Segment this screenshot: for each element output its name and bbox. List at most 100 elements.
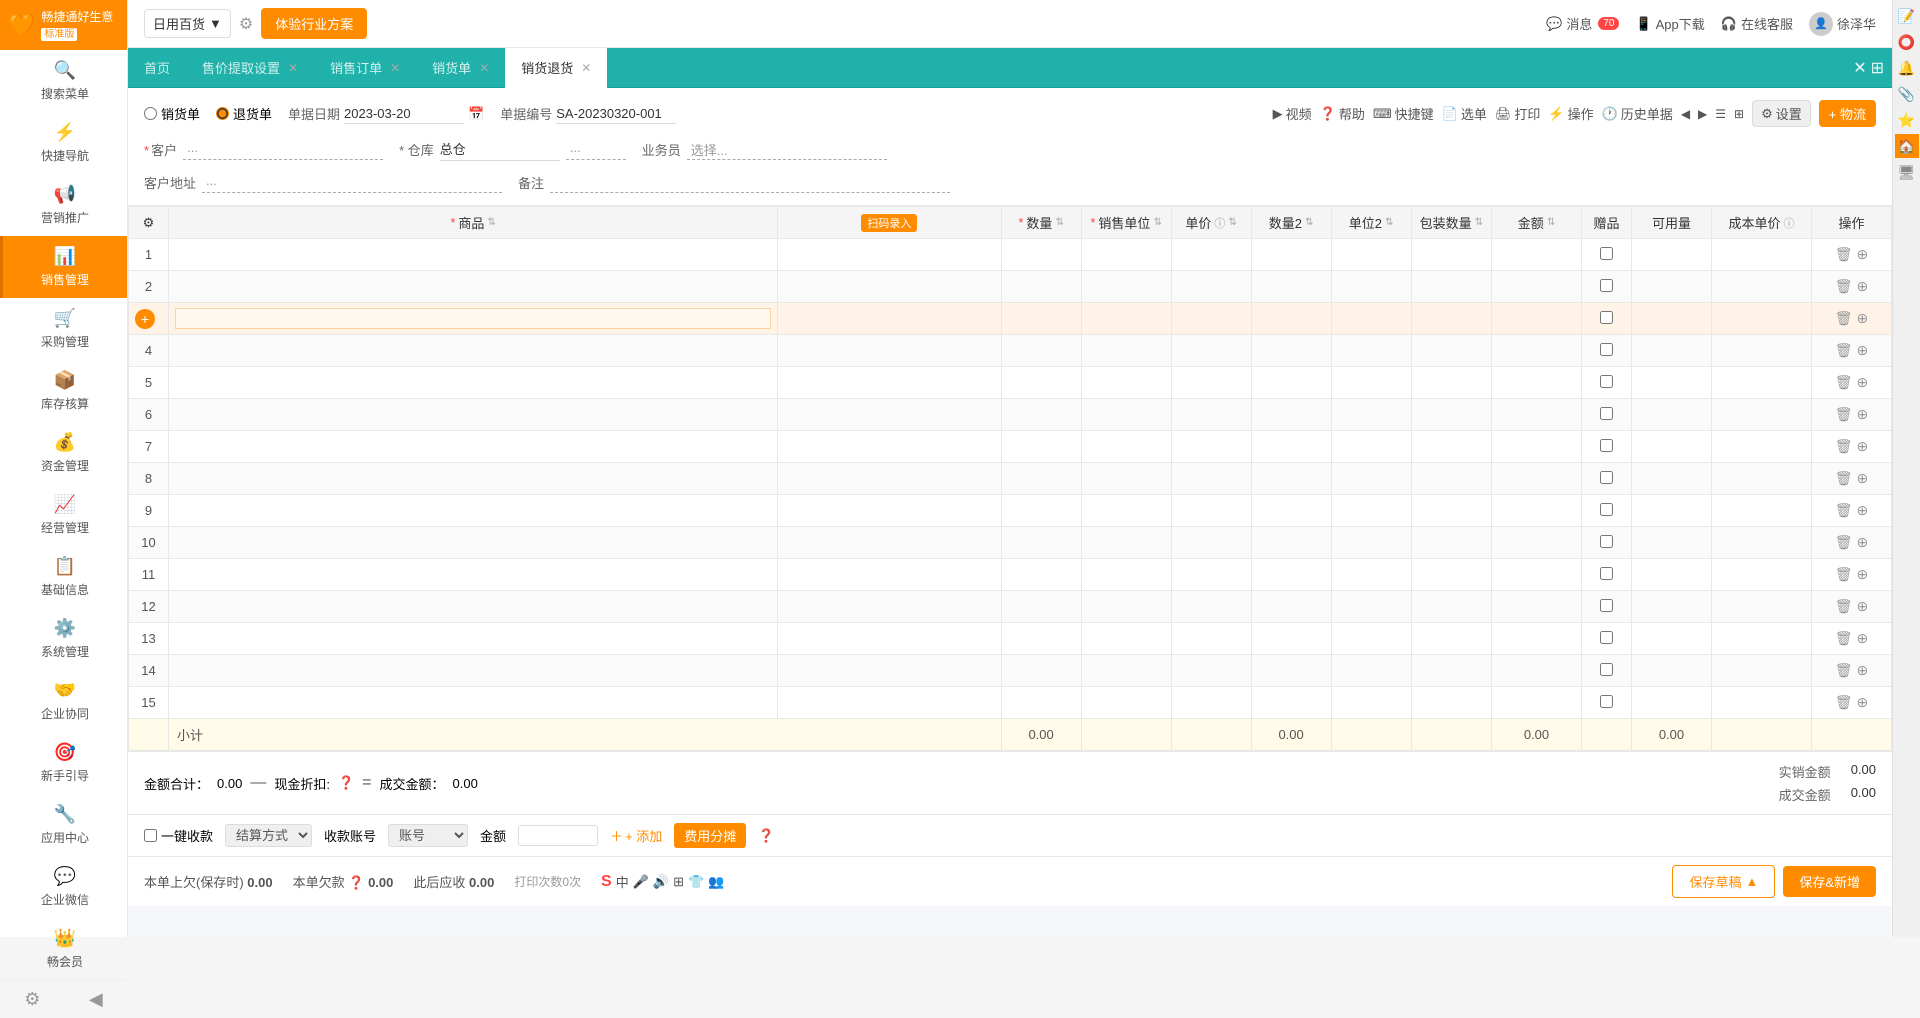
row-price-5[interactable] [1171, 367, 1251, 399]
row-avail-3[interactable] [1632, 303, 1712, 335]
row-cost-11[interactable] [1712, 559, 1812, 591]
row-copy-6[interactable]: ⊕ [1857, 406, 1869, 423]
row-price-10[interactable] [1171, 527, 1251, 559]
row-price-15[interactable] [1171, 687, 1251, 719]
row-qty2-10[interactable] [1251, 527, 1331, 559]
row-delete-5[interactable]: 🗑 [1835, 374, 1853, 391]
one-click-pay-checkbox[interactable]: 一键收款 [144, 826, 213, 845]
row-unit-8[interactable] [1081, 463, 1171, 495]
row-price-9[interactable] [1171, 495, 1251, 527]
row-qty2-2[interactable] [1251, 271, 1331, 303]
row-copy-2[interactable]: ⊕ [1857, 278, 1869, 295]
sidebar-item-operation[interactable]: 📈 经营管理 [0, 484, 127, 546]
th-qty-sort[interactable]: ⇅ [1055, 217, 1063, 228]
row-qty-6[interactable] [1001, 399, 1081, 431]
row-unit2-7[interactable] [1331, 431, 1411, 463]
view-grid-btn[interactable]: ⊞ [1734, 100, 1744, 127]
row-product-4[interactable] [169, 335, 778, 367]
row-product-9[interactable] [169, 495, 778, 527]
row-product-11[interactable] [169, 559, 778, 591]
row-cost-12[interactable] [1712, 591, 1812, 623]
row-unit-6[interactable] [1081, 399, 1171, 431]
row-avail-6[interactable] [1632, 399, 1712, 431]
calc-method-select[interactable]: 结算方式 [225, 824, 312, 847]
row-gift-15[interactable] [1582, 687, 1632, 719]
th-unit2-sort[interactable]: ⇅ [1385, 217, 1393, 228]
row-gift-4[interactable] [1582, 335, 1632, 367]
right-panel-btn-2[interactable]: ⭕ [1895, 30, 1919, 54]
row-gift-6[interactable] [1582, 399, 1632, 431]
row-qty-7[interactable] [1001, 431, 1081, 463]
row-unit2-9[interactable] [1331, 495, 1411, 527]
row-copy-14[interactable]: ⊕ [1857, 662, 1869, 679]
row-delete-4[interactable]: 🗑 [1835, 342, 1853, 359]
row-unit2-15[interactable] [1331, 687, 1411, 719]
row-qty-15[interactable] [1001, 687, 1081, 719]
row-product-15[interactable] [169, 687, 778, 719]
row-avail-14[interactable] [1632, 655, 1712, 687]
row-gift-check-6[interactable] [1600, 407, 1613, 420]
row-unit-4[interactable] [1081, 335, 1171, 367]
row-cost-10[interactable] [1712, 527, 1812, 559]
one-click-pay-input[interactable] [144, 829, 157, 842]
scan-btn[interactable]: 扫码录入 [861, 214, 917, 232]
row-amount-14[interactable] [1492, 655, 1582, 687]
row-delete-8[interactable]: 🗑 [1835, 470, 1853, 487]
row-amount-10[interactable] [1492, 527, 1582, 559]
row-price-14[interactable] [1171, 655, 1251, 687]
row-avail-13[interactable] [1632, 623, 1712, 655]
row-gift-check-3[interactable] [1600, 311, 1613, 324]
row-cost-13[interactable] [1712, 623, 1812, 655]
row-cost-8[interactable] [1712, 463, 1812, 495]
next-record-btn[interactable]: ▶ [1698, 100, 1707, 127]
row-qty2-1[interactable] [1251, 239, 1331, 271]
row-avail-12[interactable] [1632, 591, 1712, 623]
row-price-2[interactable] [1171, 271, 1251, 303]
row-avail-15[interactable] [1632, 687, 1712, 719]
sidebar-item-marketing[interactable]: 📢 营销推广 [0, 174, 127, 236]
date-value[interactable]: 2023-03-20 [344, 104, 464, 124]
row-price-8[interactable] [1171, 463, 1251, 495]
view-list-btn[interactable]: ☰ [1715, 100, 1726, 127]
row-unit-5[interactable] [1081, 367, 1171, 399]
row-gift-check-5[interactable] [1600, 375, 1613, 388]
row-pkg-15[interactable] [1411, 687, 1491, 719]
row-copy-15[interactable]: ⊕ [1857, 694, 1869, 711]
row-copy-12[interactable]: ⊕ [1857, 598, 1869, 615]
row-unit2-8[interactable] [1331, 463, 1411, 495]
row-qty-12[interactable] [1001, 591, 1081, 623]
row-gift-9[interactable] [1582, 495, 1632, 527]
th-price-sort[interactable]: ⇅ [1228, 217, 1236, 228]
row-pkg-11[interactable] [1411, 559, 1491, 591]
row-gift-check-8[interactable] [1600, 471, 1613, 484]
row-amount-15[interactable] [1492, 687, 1582, 719]
row-pkg-8[interactable] [1411, 463, 1491, 495]
select-btn[interactable]: 📄 选单 [1442, 100, 1487, 127]
row-qty2-7[interactable] [1251, 431, 1331, 463]
row-unit-3[interactable] [1081, 303, 1171, 335]
row-copy-4[interactable]: ⊕ [1857, 342, 1869, 359]
row-cost-7[interactable] [1712, 431, 1812, 463]
th-price-info[interactable]: ⓘ [1214, 215, 1225, 231]
row-unit-13[interactable] [1081, 623, 1171, 655]
add-row-btn[interactable]: + [135, 309, 155, 329]
radio-sales-input[interactable] [144, 107, 157, 120]
row-product-2[interactable] [169, 271, 778, 303]
row-delete-1[interactable]: 🗑 [1835, 246, 1853, 263]
row-pkg-3[interactable] [1411, 303, 1491, 335]
row-qty-9[interactable] [1001, 495, 1081, 527]
row-qty2-6[interactable] [1251, 399, 1331, 431]
row-product-12[interactable] [169, 591, 778, 623]
row-unit-9[interactable] [1081, 495, 1171, 527]
row-avail-10[interactable] [1632, 527, 1712, 559]
row-gift-check-2[interactable] [1600, 279, 1613, 292]
row-gift-check-4[interactable] [1600, 343, 1613, 356]
tab-price-settings[interactable]: 售价提取设置 ✕ [186, 48, 314, 88]
tab-sales-delivery-close[interactable]: ✕ [479, 61, 489, 75]
row-qty2-9[interactable] [1251, 495, 1331, 527]
shortcut-btn[interactable]: ⌨ 快捷键 [1373, 100, 1434, 127]
experience-btn[interactable]: 体验行业方案 [261, 8, 367, 39]
right-panel-btn-3[interactable]: 🔔 [1895, 56, 1919, 80]
product-input-${i}[interactable] [175, 308, 771, 329]
row-pkg-5[interactable] [1411, 367, 1491, 399]
